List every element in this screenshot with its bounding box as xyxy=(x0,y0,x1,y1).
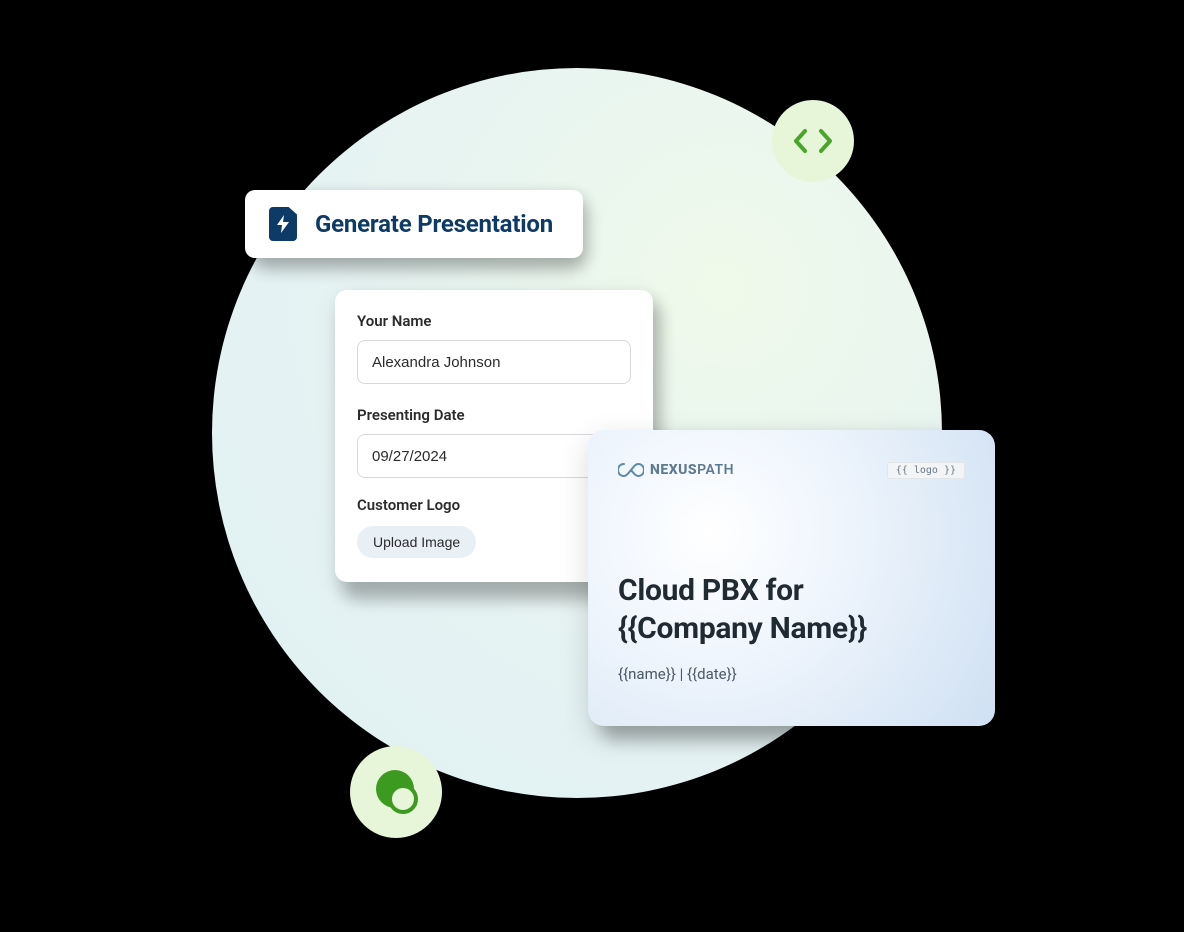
brand-logo: NEXUSPATH xyxy=(618,462,734,478)
chat-bubbles-icon xyxy=(374,770,418,814)
code-badge xyxy=(772,100,854,182)
upload-image-button[interactable]: Upload Image xyxy=(357,526,476,558)
texture-blob xyxy=(40,260,230,620)
presenting-date-label: Presenting Date xyxy=(357,406,631,424)
document-bolt-icon xyxy=(269,207,297,241)
slide-header: NEXUSPATH {{ logo }} xyxy=(618,458,965,482)
chat-badge xyxy=(350,746,442,838)
your-name-label: Your Name xyxy=(357,312,631,330)
slide-subtitle: {{name}} | {{date}} xyxy=(618,665,965,683)
your-name-input[interactable] xyxy=(357,340,631,384)
slide-preview-card: NEXUSPATH {{ logo }} Cloud PBX for {{Com… xyxy=(588,430,995,726)
slide-title: Cloud PBX for {{Company Name}} xyxy=(618,572,965,647)
logo-placeholder-chip: {{ logo }} xyxy=(887,462,965,479)
canvas: Generate Presentation Your Name Presenti… xyxy=(0,0,1184,932)
brand-text: NEXUSPATH xyxy=(650,462,734,478)
generate-presentation-button[interactable]: Generate Presentation xyxy=(245,190,583,258)
infinity-cloud-icon xyxy=(618,462,644,478)
code-icon xyxy=(793,128,833,154)
generate-presentation-label: Generate Presentation xyxy=(315,210,553,238)
